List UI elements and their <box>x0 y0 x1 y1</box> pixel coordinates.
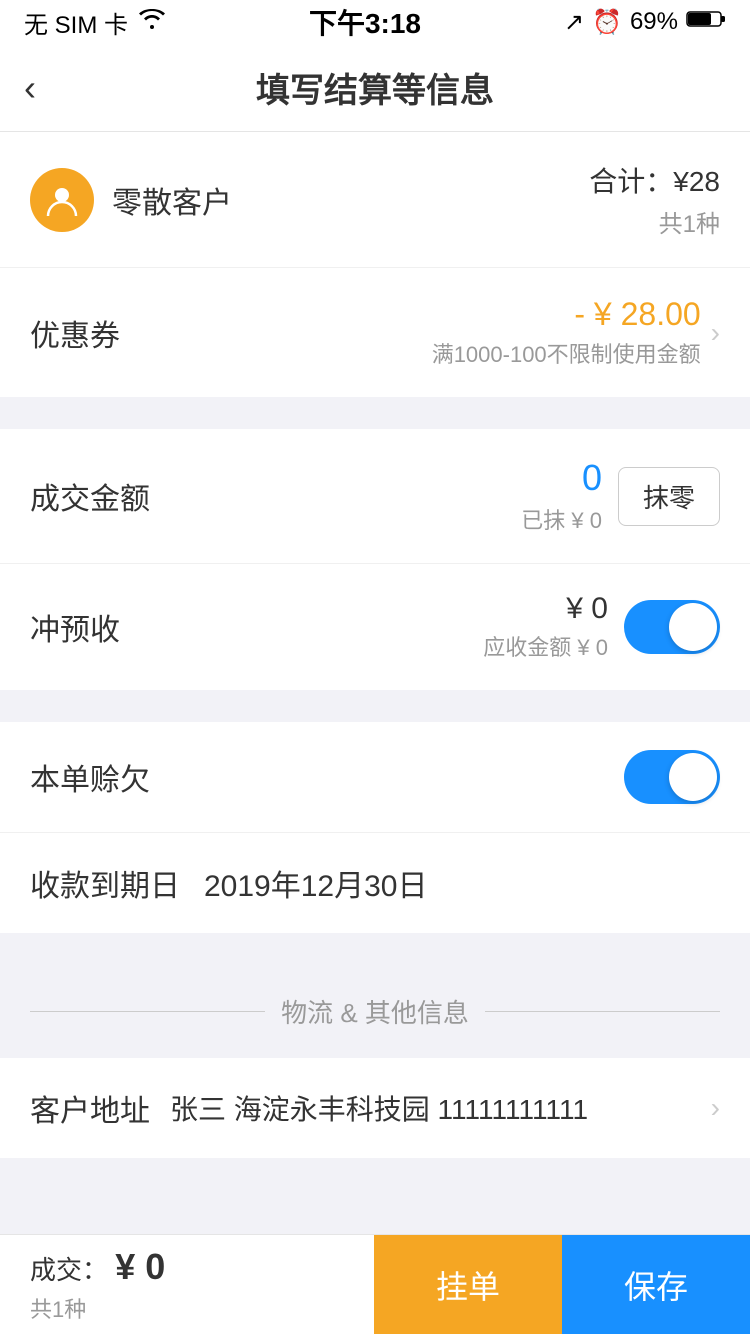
coupon-row[interactable]: 优惠券 - ¥ 28.00 满1000-100不限制使用金额 › <box>0 267 750 397</box>
customer-name: 零散客户 <box>112 178 232 222</box>
chevron-right-icon: › <box>711 317 720 349</box>
prepay-amount: ¥ 0 <box>483 592 608 626</box>
location-icon: ↗ <box>564 8 584 37</box>
divider-1 <box>0 413 750 429</box>
alarm-icon: ⏰ <box>592 8 622 37</box>
credit-section: 本单赊欠 收款到期日 2019年12月30日 <box>0 722 750 933</box>
coupon-info: - ¥ 28.00 满1000-100不限制使用金额 <box>432 296 701 369</box>
deal-section: 成交金额 0 已抹 ¥ 0 抹零 冲预收 ¥ 0 应收金额 ¥ 0 <box>0 429 750 690</box>
customer-section: 零散客户 合计：¥28 共1种 优惠券 - ¥ 28.00 满1000-100不… <box>0 132 750 397</box>
prepay-label: 冲预收 <box>30 605 120 649</box>
due-date-label: 收款到期日 <box>30 861 180 905</box>
credit-toggle[interactable] <box>624 750 720 804</box>
coupon-label: 优惠券 <box>30 311 120 355</box>
address-value: 张三 海淀永丰科技园 11111111111 <box>170 1088 691 1128</box>
back-button[interactable]: ‹ <box>24 67 36 109</box>
prepay-toggle[interactable] <box>624 600 720 654</box>
nav-bar: ‹ 填写结算等信息 <box>0 44 750 132</box>
prepay-sub: 应收金额 ¥ 0 <box>483 630 608 662</box>
customer-total: 合计：¥28 <box>589 160 720 200</box>
customer-count: 共1种 <box>589 204 720 239</box>
customer-right: 合计：¥28 共1种 <box>589 160 720 239</box>
bottom-deal-amount: ¥ 0 <box>115 1246 165 1287</box>
coupon-desc: 满1000-100不限制使用金额 <box>432 337 701 369</box>
credit-toggle-knob <box>669 753 717 801</box>
bottom-info: 成交： ¥ 0 共1种 <box>0 1235 374 1334</box>
status-bar: 无 SIM 卡 下午3:18 ↗ ⏰ 69% <box>0 0 750 44</box>
address-chevron-icon: › <box>711 1092 720 1124</box>
prepay-right: ¥ 0 应收金额 ¥ 0 <box>483 592 720 662</box>
coupon-amount: - ¥ 28.00 <box>432 296 701 333</box>
customer-avatar <box>30 168 94 232</box>
deal-label: 成交金额 <box>30 474 150 518</box>
status-time: 下午3:18 <box>309 2 421 42</box>
credit-label: 本单赊欠 <box>30 755 150 799</box>
bottom-deal-text: 成交： <box>30 1255 108 1285</box>
customer-row: 零散客户 合计：¥28 共1种 <box>0 132 750 267</box>
prepay-row: 冲预收 ¥ 0 应收金额 ¥ 0 <box>0 563 750 690</box>
deal-right: 0 已抹 ¥ 0 抹零 <box>521 457 720 535</box>
coupon-right: - ¥ 28.00 满1000-100不限制使用金额 › <box>432 296 720 369</box>
deal-row: 成交金额 0 已抹 ¥ 0 抹零 <box>0 429 750 563</box>
due-date-row[interactable]: 收款到期日 2019年12月30日 <box>0 832 750 933</box>
deal-value-block: 0 已抹 ¥ 0 <box>521 457 602 535</box>
logistics-line-left <box>30 1011 265 1012</box>
toggle-knob <box>669 603 717 651</box>
address-section: 客户地址 张三 海淀永丰科技园 11111111111 › <box>0 1058 750 1158</box>
divider-3 <box>0 949 750 965</box>
logistics-line-right <box>485 1011 720 1012</box>
bottom-count: 共1种 <box>30 1292 344 1324</box>
save-button[interactable]: 保存 <box>562 1235 750 1334</box>
battery-icon <box>686 8 726 36</box>
prepay-value-block: ¥ 0 应收金额 ¥ 0 <box>483 592 608 662</box>
divider-2 <box>0 706 750 722</box>
customer-left: 零散客户 <box>30 168 232 232</box>
bottom-deal-label: 成交： ¥ 0 <box>30 1246 344 1288</box>
credit-row: 本单赊欠 <box>0 722 750 832</box>
logistics-label: 物流 & 其他信息 <box>281 993 469 1030</box>
page-title: 填写结算等信息 <box>256 63 494 112</box>
deal-sub: 已抹 ¥ 0 <box>521 503 602 535</box>
sim-status: 无 SIM 卡 <box>24 5 128 40</box>
status-right: ↗ ⏰ 69% <box>564 8 726 37</box>
round-off-button[interactable]: 抹零 <box>618 467 720 526</box>
logistics-header: 物流 & 其他信息 <box>0 965 750 1058</box>
wifi-icon <box>138 8 166 36</box>
address-row[interactable]: 客户地址 张三 海淀永丰科技园 11111111111 › <box>0 1058 750 1158</box>
battery-label: 69% <box>630 8 678 36</box>
address-label: 客户地址 <box>30 1086 150 1130</box>
status-left: 无 SIM 卡 <box>24 5 166 40</box>
hang-button[interactable]: 挂单 <box>374 1235 562 1334</box>
deal-value: 0 <box>521 457 602 499</box>
due-date-value: 2019年12月30日 <box>204 861 427 905</box>
bottom-bar: 成交： ¥ 0 共1种 挂单 保存 <box>0 1234 750 1334</box>
